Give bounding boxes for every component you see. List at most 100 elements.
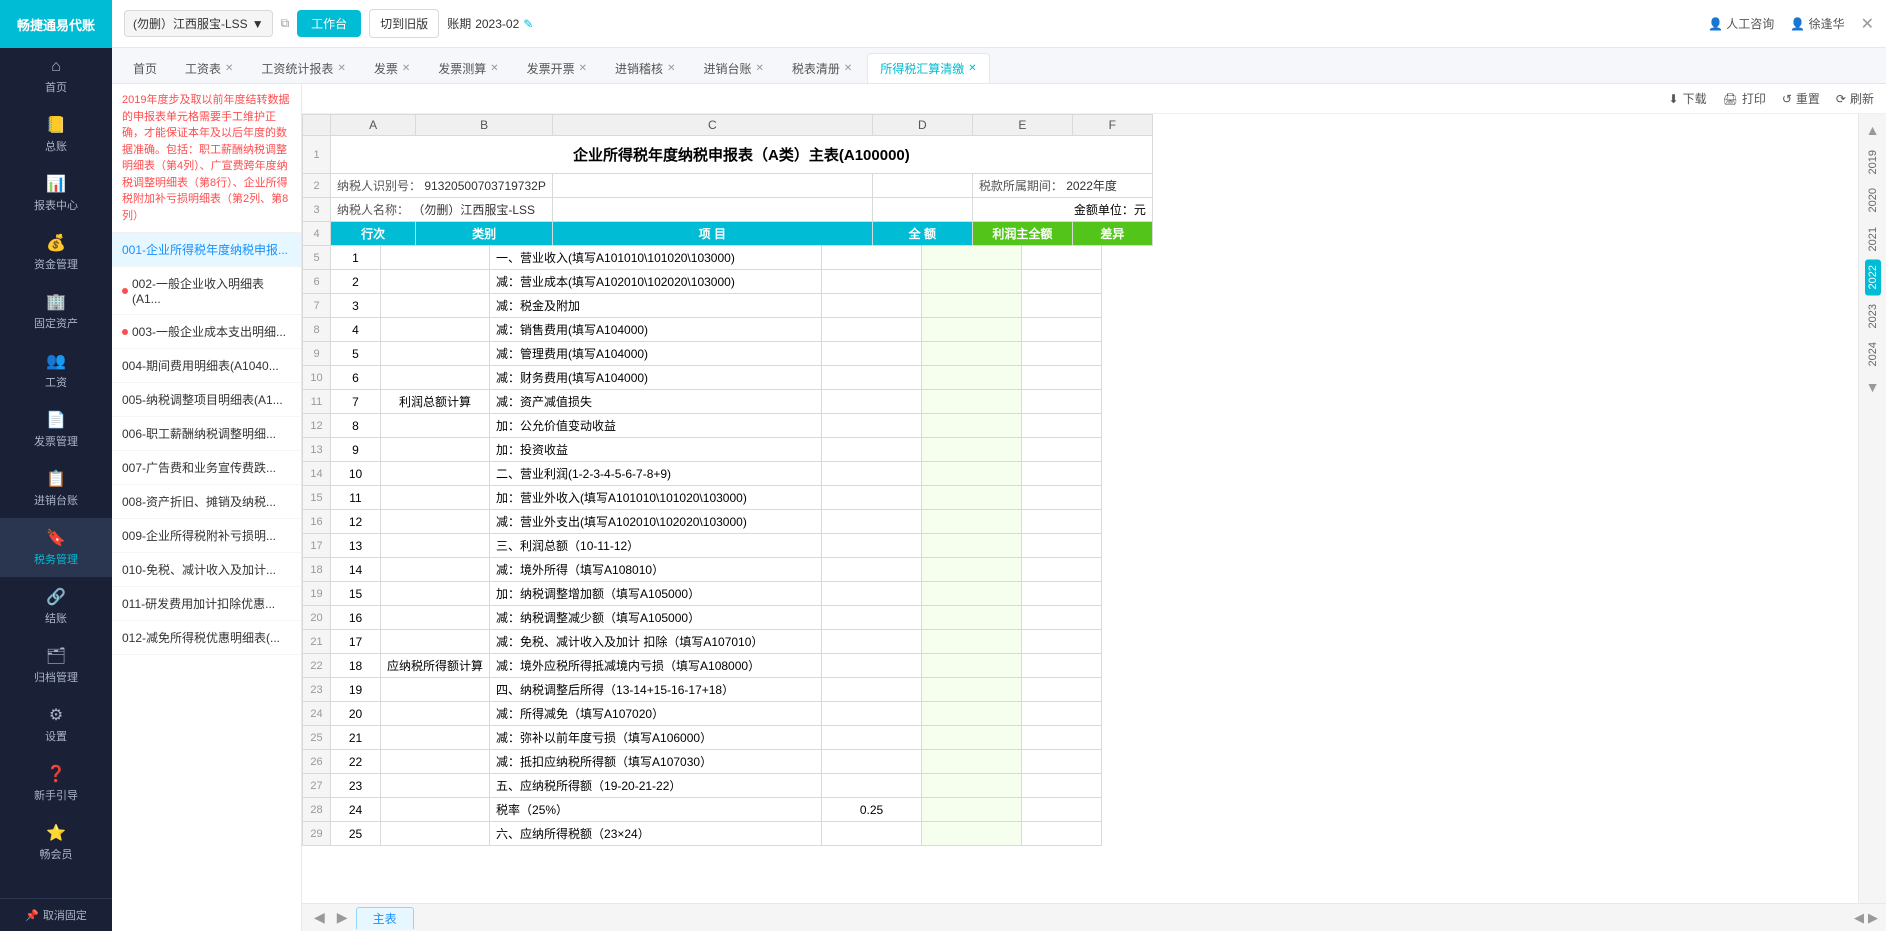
chayi-cell[interactable] xyxy=(1022,270,1102,294)
xuhao-cell[interactable]: 21 xyxy=(331,726,381,750)
xuhao-cell[interactable]: 4 xyxy=(331,318,381,342)
year-nav-2021[interactable]: 2021 xyxy=(1865,221,1881,257)
chayi-cell[interactable] xyxy=(1022,366,1102,390)
sidebar-item-assets[interactable]: 🏢 固定资产 xyxy=(0,282,112,341)
lirun-cell[interactable] xyxy=(922,606,1022,630)
quane-cell[interactable] xyxy=(822,414,922,438)
xuhao-cell[interactable]: 15 xyxy=(331,582,381,606)
spreadsheet-wrapper[interactable]: A B C D E F 1 企业所 xyxy=(302,114,1858,903)
lirun-cell[interactable] xyxy=(922,366,1022,390)
quane-cell[interactable] xyxy=(822,726,922,750)
chayi-cell[interactable] xyxy=(1022,678,1102,702)
user-service-btn[interactable]: 👤 人工咨询 xyxy=(1708,15,1774,32)
year-nav-2024[interactable]: 2024 xyxy=(1865,336,1881,372)
sidebar-item-funds[interactable]: 💰 资金管理 xyxy=(0,223,112,282)
chayi-cell[interactable] xyxy=(1022,630,1102,654)
edit-period-icon[interactable]: ✎ xyxy=(523,17,533,31)
lirun-cell[interactable] xyxy=(922,294,1022,318)
sidebar-item-guide[interactable]: ❓ 新手引导 xyxy=(0,754,112,813)
tab-payroll[interactable]: 工资表 ✕ xyxy=(172,53,246,83)
quane-cell[interactable]: 0.25 xyxy=(822,798,922,822)
lirun-cell[interactable] xyxy=(922,462,1022,486)
chayi-cell[interactable] xyxy=(1022,726,1102,750)
left-menu-010[interactable]: 010-免税、减计收入及加计... xyxy=(112,553,301,587)
cut-version-button[interactable]: 切到旧版 xyxy=(369,9,439,38)
chayi-cell[interactable] xyxy=(1022,486,1102,510)
year-nav-down[interactable]: ▼ xyxy=(1862,375,1884,399)
close-app-icon[interactable]: ✕ xyxy=(1861,14,1874,34)
tab-invoice-open-close[interactable]: ✕ xyxy=(579,63,587,74)
tab-invoice-calc-close[interactable]: ✕ xyxy=(490,63,498,74)
workbench-button[interactable]: 工作台 xyxy=(297,10,361,37)
xuhao-cell[interactable]: 18 xyxy=(331,654,381,678)
tab-invoice-open[interactable]: 发票开票 ✕ xyxy=(514,53,600,83)
left-menu-012[interactable]: 012-减免所得税优惠明细表(... xyxy=(112,621,301,655)
tab-tax-summary[interactable]: 税表清册 ✕ xyxy=(779,53,865,83)
left-menu-005[interactable]: 005-纳税调整项目明细表(A1... xyxy=(112,383,301,417)
chayi-cell[interactable] xyxy=(1022,246,1102,270)
xuhao-cell[interactable]: 9 xyxy=(331,438,381,462)
lirun-cell[interactable] xyxy=(922,798,1022,822)
quane-cell[interactable] xyxy=(822,534,922,558)
sheet-tab-next[interactable]: ▶ xyxy=(333,909,352,926)
chayi-cell[interactable] xyxy=(1022,606,1102,630)
chayi-cell[interactable] xyxy=(1022,462,1102,486)
tab-invoice-calc[interactable]: 发票测算 ✕ xyxy=(425,53,511,83)
sidebar-item-settings[interactable]: ⚙ 设置 xyxy=(0,695,112,754)
year-nav-2019[interactable]: 2019 xyxy=(1865,144,1881,180)
year-nav-2023[interactable]: 2023 xyxy=(1865,298,1881,334)
xuhao-cell[interactable]: 23 xyxy=(331,774,381,798)
quane-cell[interactable] xyxy=(822,822,922,846)
quane-cell[interactable] xyxy=(822,750,922,774)
chayi-cell[interactable] xyxy=(1022,822,1102,846)
lirun-cell[interactable] xyxy=(922,630,1022,654)
chayi-cell[interactable] xyxy=(1022,534,1102,558)
quane-cell[interactable] xyxy=(822,366,922,390)
chayi-cell[interactable] xyxy=(1022,390,1102,414)
sheet-tab-main[interactable]: 主表 xyxy=(356,907,414,929)
quane-cell[interactable] xyxy=(822,630,922,654)
quane-cell[interactable] xyxy=(822,678,922,702)
quane-cell[interactable] xyxy=(822,582,922,606)
company-selector[interactable]: (勿删）江西服宝-LSS ▼ xyxy=(124,10,273,37)
scroll-right[interactable]: ▶ xyxy=(1868,910,1878,926)
quane-cell[interactable] xyxy=(822,606,922,630)
lirun-cell[interactable] xyxy=(922,534,1022,558)
lirun-cell[interactable] xyxy=(922,750,1022,774)
xuhao-cell[interactable]: 5 xyxy=(331,342,381,366)
year-nav-2022[interactable]: 2022 xyxy=(1865,259,1881,295)
chayi-cell[interactable] xyxy=(1022,294,1102,318)
lirun-cell[interactable] xyxy=(922,318,1022,342)
chayi-cell[interactable] xyxy=(1022,654,1102,678)
lirun-cell[interactable] xyxy=(922,510,1022,534)
tab-payroll-close[interactable]: ✕ xyxy=(225,63,233,74)
lirun-cell[interactable] xyxy=(922,558,1022,582)
tab-tax-summary-close[interactable]: ✕ xyxy=(844,63,852,74)
tab-purchase-audit-close[interactable]: ✕ xyxy=(667,63,675,74)
quane-cell[interactable] xyxy=(822,702,922,726)
xuhao-cell[interactable]: 6 xyxy=(331,366,381,390)
chayi-cell[interactable] xyxy=(1022,798,1102,822)
quane-cell[interactable] xyxy=(822,294,922,318)
xuhao-cell[interactable]: 10 xyxy=(331,462,381,486)
lirun-cell[interactable] xyxy=(922,774,1022,798)
lirun-cell[interactable] xyxy=(922,702,1022,726)
xuhao-cell[interactable]: 24 xyxy=(331,798,381,822)
refresh-button[interactable]: ⟳ 刷新 xyxy=(1836,90,1874,107)
tab-home[interactable]: 首页 xyxy=(120,53,170,83)
left-menu-006[interactable]: 006-职工薪酬纳税调整明细... xyxy=(112,417,301,451)
tab-purchase-audit[interactable]: 进销稽核 ✕ xyxy=(602,53,688,83)
sidebar-item-home[interactable]: ⌂ 首页 xyxy=(0,48,112,105)
xuhao-cell[interactable]: 17 xyxy=(331,630,381,654)
lirun-cell[interactable] xyxy=(922,726,1022,750)
chayi-cell[interactable] xyxy=(1022,750,1102,774)
chayi-cell[interactable] xyxy=(1022,438,1102,462)
quane-cell[interactable] xyxy=(822,318,922,342)
chayi-cell[interactable] xyxy=(1022,414,1102,438)
chayi-cell[interactable] xyxy=(1022,510,1102,534)
chayi-cell[interactable] xyxy=(1022,702,1102,726)
xuhao-cell[interactable]: 7 xyxy=(331,390,381,414)
quane-cell[interactable] xyxy=(822,462,922,486)
tab-invoice[interactable]: 发票 ✕ xyxy=(361,53,423,83)
xuhao-cell[interactable]: 11 xyxy=(331,486,381,510)
